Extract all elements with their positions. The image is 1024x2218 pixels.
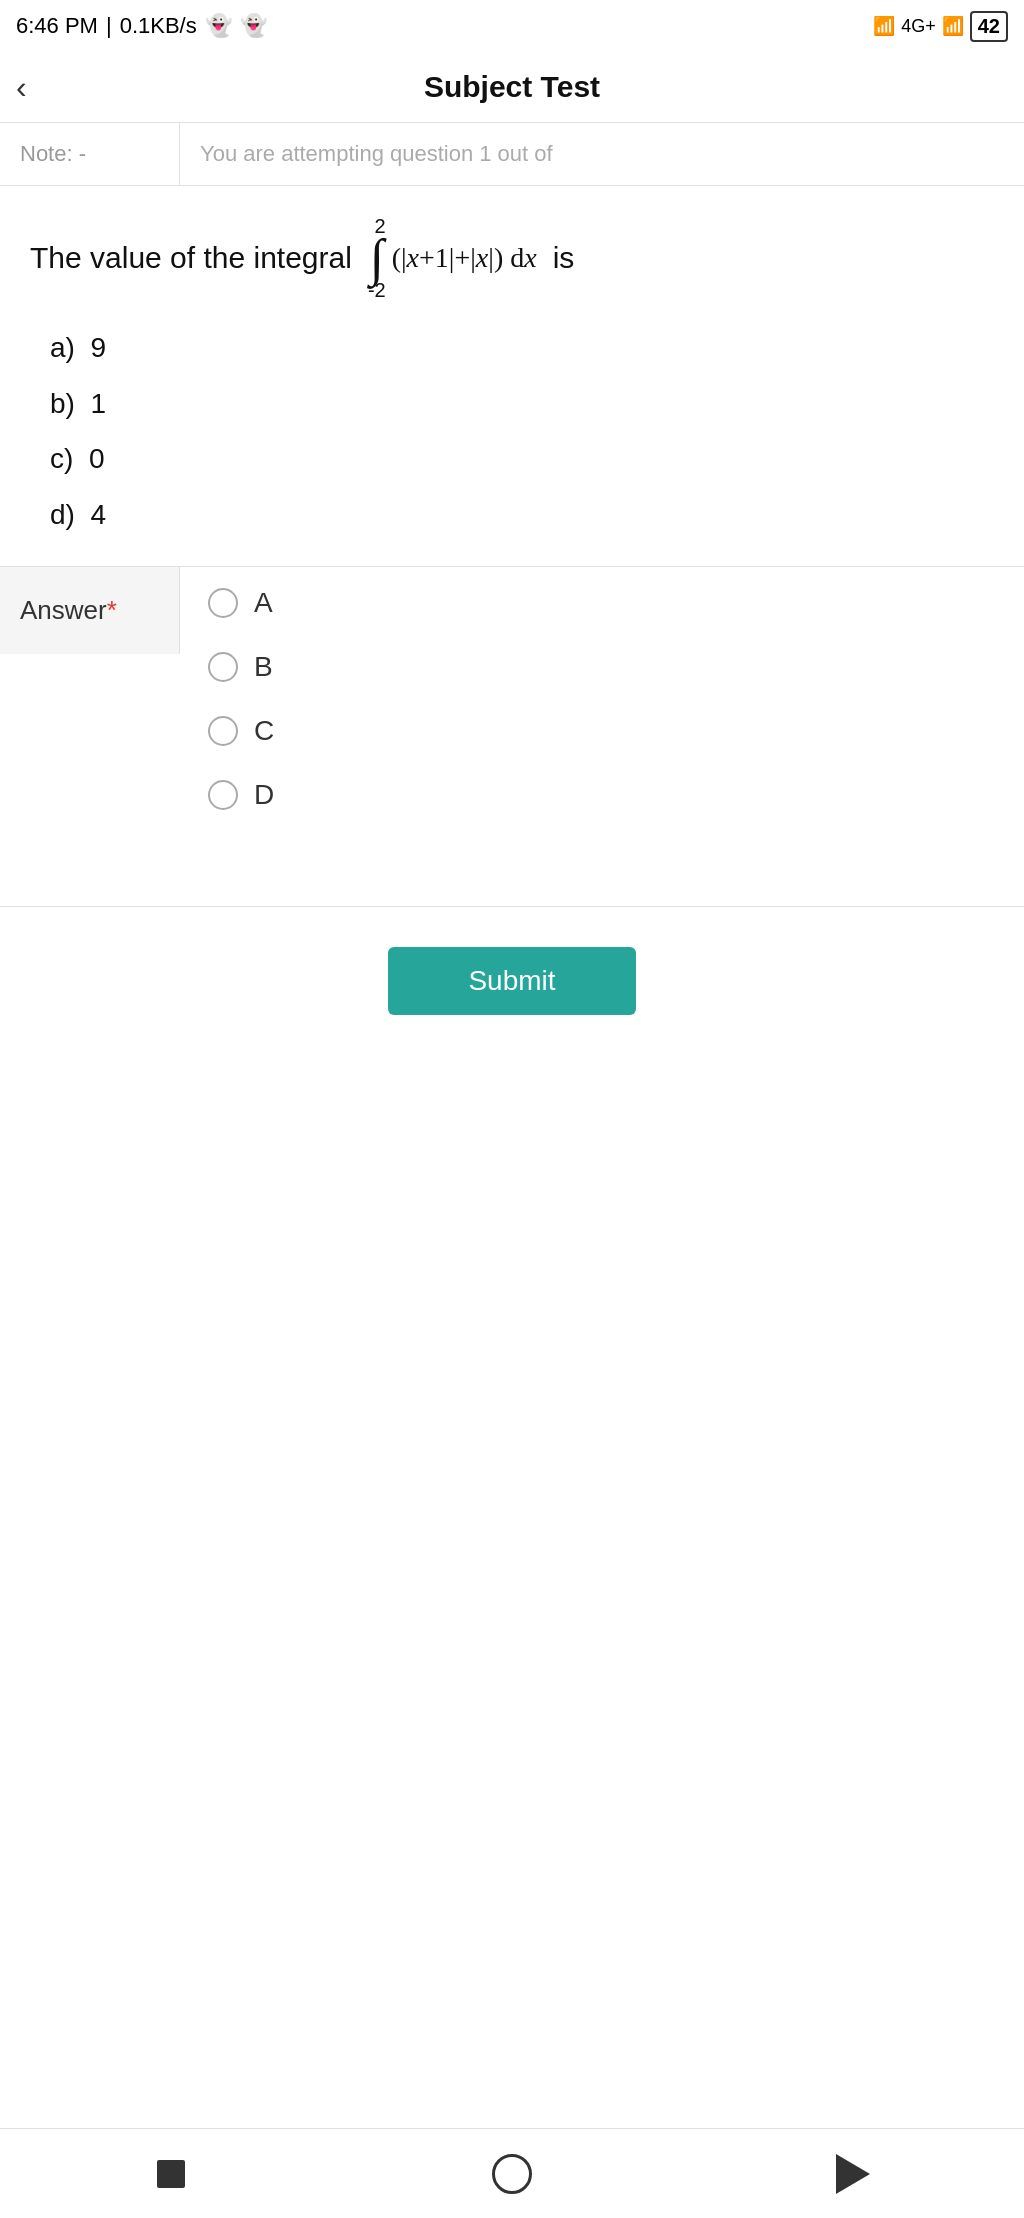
required-indicator: * [107,595,117,625]
radio-circle-c [208,716,238,746]
triangle-icon [836,2154,870,2194]
radio-option-d[interactable]: D [208,779,274,811]
option-a-value: 9 [90,332,106,363]
note-label: Note: - [0,123,180,185]
question-suffix: is [553,234,575,282]
signal-icon: 📶 [873,15,895,37]
home-button[interactable] [141,2144,201,2204]
radio-circle-b [208,652,238,682]
radio-label-b: B [254,651,273,683]
answer-label-col: Answer* [0,567,180,654]
integral-symbol-wrap: 2 ∫ -2 [368,216,386,300]
radio-label-d: D [254,779,274,811]
status-bar: 6:46 PM | 0.1KB/s 👻 👻 📶 4G+ 📶 42 [0,0,1024,52]
back-button[interactable]: ‹ [16,71,27,103]
answer-options-col: A B C D [180,567,302,831]
option-b-key: b) [50,388,90,419]
ghost-icon: 👻 [205,13,232,39]
time-display: 6:46 PM [16,13,98,39]
radio-option-b[interactable]: B [208,651,274,683]
radio-label-a: A [254,587,273,619]
network-type: 4G+ [901,16,936,37]
bottom-space [0,1075,1024,1875]
integral-lower: -2 [368,280,386,300]
option-d-value: 4 [90,499,106,530]
radio-circle-d [208,780,238,810]
battery-indicator: 42 [970,11,1008,42]
note-text: You are attempting question 1 out of [180,123,573,185]
circle-icon [492,2154,532,2194]
snapchat-icon: 👻 [240,13,267,39]
lte-signal-icon: 📶 [942,15,964,37]
page-title: Subject Test [424,70,600,104]
option-c: c) 0 [50,435,994,483]
options-list: a) 9 b) 1 c) 0 d) 4 [30,324,994,538]
back-home-button[interactable] [482,2144,542,2204]
option-c-value: 0 [89,443,105,474]
integral-symbol: ∫ [370,232,384,284]
answer-section: Answer* A B C D [0,567,1024,907]
square-icon [157,2160,185,2188]
speed-display: | [106,13,112,39]
back-nav-button[interactable] [823,2144,883,2204]
nav-bar [0,2128,1024,2218]
network-speed: 0.1KB/s [120,13,197,39]
question-text: The value of the integral 2 ∫ -2 (|x+1|+… [30,216,994,300]
question-lead: The value of the integral [30,234,352,282]
status-right: 📶 4G+ 📶 42 [873,11,1008,42]
radio-label-c: C [254,715,274,747]
app-header: ‹ Subject Test [0,52,1024,123]
answer-label: Answer* [20,595,117,626]
radio-option-c[interactable]: C [208,715,274,747]
submit-area: Submit [0,907,1024,1075]
option-a-key: a) [50,332,90,363]
integral-expr: (|x+1|+|x|) dx [392,236,537,281]
question-area: The value of the integral 2 ∫ -2 (|x+1|+… [0,186,1024,567]
option-d-key: d) [50,499,90,530]
radio-circle-a [208,588,238,618]
option-c-key: c) [50,443,89,474]
status-left: 6:46 PM | 0.1KB/s 👻 👻 [16,13,267,39]
option-b: b) 1 [50,380,994,428]
integral-expression: 2 ∫ -2 (|x+1|+|x|) dx [368,216,541,300]
option-d: d) 4 [50,491,994,539]
submit-button[interactable]: Submit [388,947,635,1015]
note-bar: Note: - You are attempting question 1 ou… [0,123,1024,186]
radio-option-a[interactable]: A [208,587,274,619]
option-a: a) 9 [50,324,994,372]
option-b-value: 1 [90,388,106,419]
